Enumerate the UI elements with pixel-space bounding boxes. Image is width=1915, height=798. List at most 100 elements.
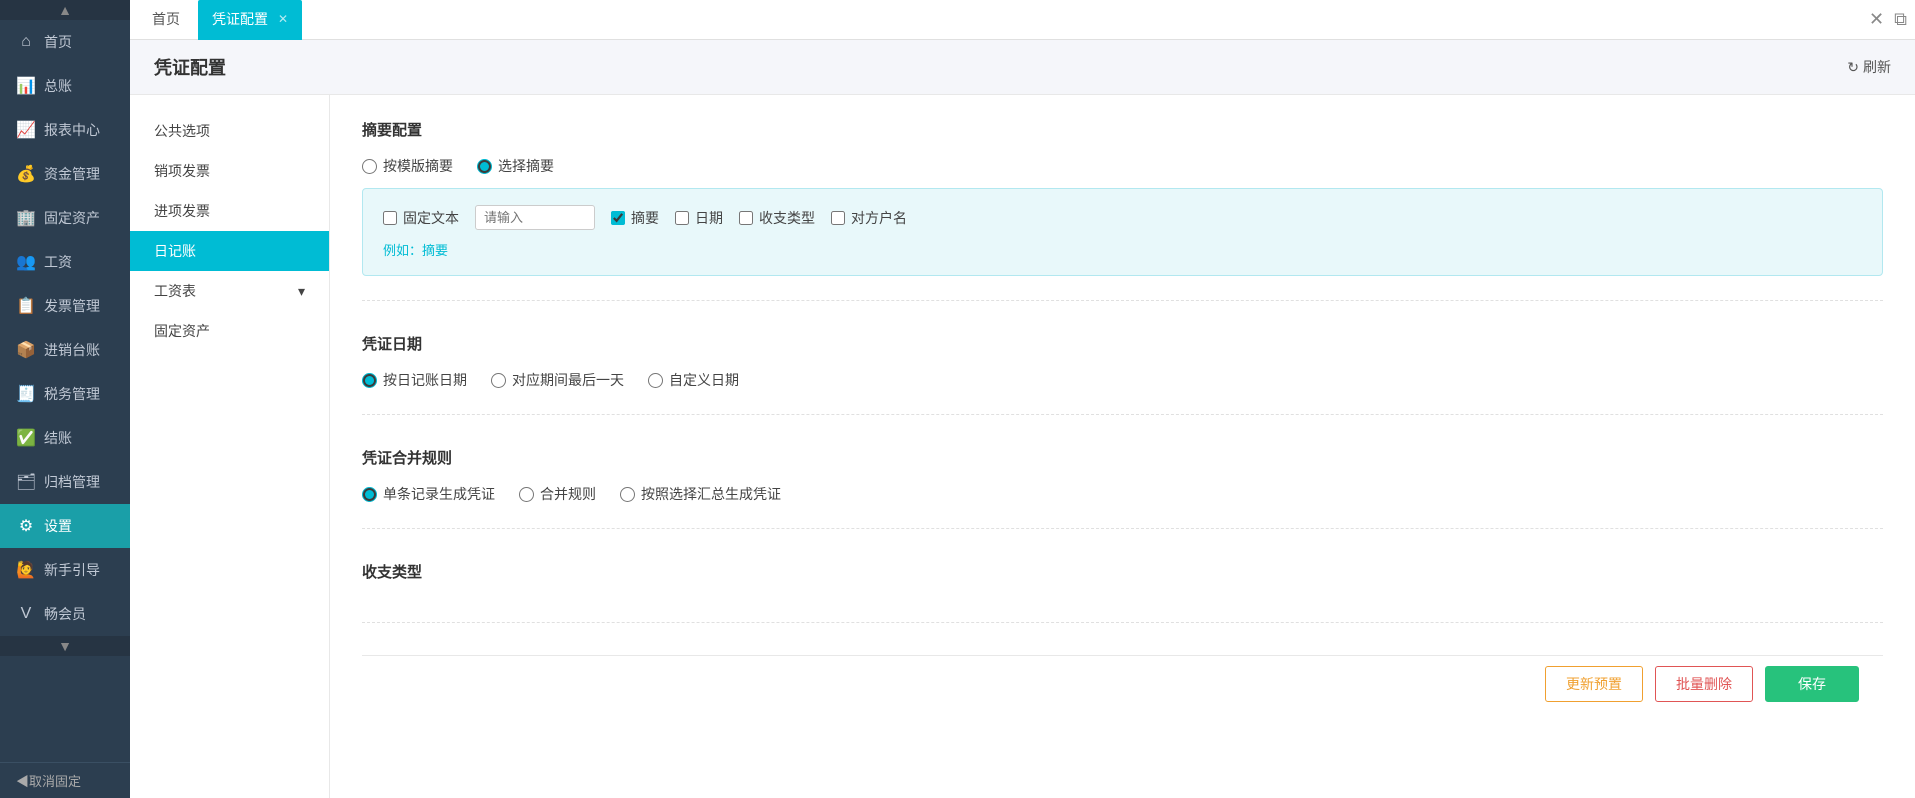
batch-delete-button[interactable]: 批量删除	[1655, 666, 1753, 702]
income-type-title: 收支类型	[362, 561, 1883, 582]
sidebar-item-label: 畅会员	[44, 604, 86, 624]
date-checkbox-input[interactable]	[675, 211, 689, 225]
refresh-label: 刷新	[1863, 57, 1891, 77]
sidebar-scroll-down[interactable]: ▼	[0, 636, 130, 656]
sidebar-item-tax-mgmt[interactable]: 🧾 税务管理	[0, 372, 130, 416]
merge-section: 凭证合并规则 单条记录生成凭证 合并规则 按照选择汇总生成凭证	[362, 447, 1883, 529]
tab-bar-right: ✕ ⧉	[1869, 9, 1907, 30]
sidebar-item-archive[interactable]: 🗂 归档管理	[0, 460, 130, 504]
fixed-text-checkbox[interactable]: 固定文本	[383, 208, 459, 228]
tab-home[interactable]: 首页	[138, 0, 194, 40]
by-journal-date-radio[interactable]: 按日记账日期	[362, 370, 467, 390]
window-restore-icon[interactable]: ⧉	[1894, 9, 1907, 30]
sidebar-item-reports[interactable]: 📈 报表中心	[0, 108, 130, 152]
left-nav-sales-invoice[interactable]: 销项发票	[130, 151, 329, 191]
right-content: 摘要配置 按模版摘要 选择摘要	[330, 95, 1915, 798]
tab-bar: 首页 凭证配置 ✕ ✕ ⧉	[130, 0, 1915, 40]
payment-type-input[interactable]	[739, 211, 753, 225]
sidebar-scroll-up[interactable]: ▲	[0, 0, 130, 20]
abstract-section: 摘要配置 按模版摘要 选择摘要	[362, 119, 1883, 301]
example-value: 摘要	[422, 243, 448, 258]
sidebar-item-home[interactable]: ⌂ 首页	[0, 20, 130, 64]
date-radio-group: 按日记账日期 对应期间最后一天 自定义日期	[362, 370, 1883, 390]
page-title: 凭证配置	[154, 54, 226, 80]
single-record-radio[interactable]: 单条记录生成凭证	[362, 484, 495, 504]
abstract-section-title: 摘要配置	[362, 119, 1883, 140]
tab-voucher-config-label: 凭证配置	[212, 9, 268, 29]
example-prefix: 例如：	[383, 243, 422, 258]
abstract-config-box: 固定文本 摘要 日期	[362, 188, 1883, 276]
tab-voucher-config[interactable]: 凭证配置 ✕	[198, 0, 302, 40]
refresh-icon: ↻	[1847, 59, 1859, 76]
sidebar-item-label: 报表中心	[44, 120, 100, 140]
save-button[interactable]: 保存	[1765, 666, 1859, 702]
last-day-input[interactable]	[491, 373, 506, 388]
sidebar-item-funds[interactable]: 💰 资金管理	[0, 152, 130, 196]
template-abstract-input[interactable]	[362, 159, 377, 174]
left-nav-public-options[interactable]: 公共选项	[130, 111, 329, 151]
abstract-checkbox[interactable]: 摘要	[611, 208, 659, 228]
select-summary-input[interactable]	[620, 487, 635, 502]
template-abstract-radio[interactable]: 按模版摘要	[362, 156, 453, 176]
vip-icon: V	[16, 605, 36, 623]
merge-rule-radio[interactable]: 合并规则	[519, 484, 596, 504]
date-section: 凭证日期 按日记账日期 对应期间最后一天 自定义日期	[362, 333, 1883, 415]
sidebar-item-invoice-mgmt[interactable]: 📋 发票管理	[0, 284, 130, 328]
counterpart-input[interactable]	[831, 211, 845, 225]
chevron-down-icon: ▾	[298, 283, 305, 300]
select-abstract-input[interactable]	[477, 159, 492, 174]
last-day-radio[interactable]: 对应期间最后一天	[491, 370, 624, 390]
left-nav: 公共选项 销项发票 进项发票 日记账 工资表 ▾ 固定资产	[130, 95, 330, 798]
sidebar-unpin-button[interactable]: ◀取消固定	[0, 762, 130, 798]
sidebar-item-guide[interactable]: 🙋 新手引导	[0, 548, 130, 592]
sales-ledger-icon: 📦	[16, 340, 36, 360]
left-nav-journal[interactable]: 日记账	[130, 231, 329, 271]
archive-icon: 🗂	[16, 472, 36, 492]
payment-type-checkbox[interactable]: 收支类型	[739, 208, 815, 228]
custom-date-input[interactable]	[648, 373, 663, 388]
date-checkbox[interactable]: 日期	[675, 208, 723, 228]
left-nav-label: 进项发票	[154, 201, 210, 221]
left-nav-label: 销项发票	[154, 161, 210, 181]
template-abstract-label: 按模版摘要	[383, 156, 453, 176]
select-summary-radio[interactable]: 按照选择汇总生成凭证	[620, 484, 781, 504]
fixed-text-field[interactable]	[475, 205, 595, 230]
tab-close-icon[interactable]: ✕	[278, 12, 288, 26]
sidebar-item-label: 发票管理	[44, 296, 100, 316]
left-nav-label: 日记账	[154, 241, 196, 261]
custom-date-radio[interactable]: 自定义日期	[648, 370, 739, 390]
abstract-checkbox-input[interactable]	[611, 211, 625, 225]
by-journal-date-input[interactable]	[362, 373, 377, 388]
window-close-icon[interactable]: ✕	[1869, 9, 1884, 30]
sidebar-item-sales-ledger[interactable]: 📦 进销台账	[0, 328, 130, 372]
refresh-button[interactable]: ↻ 刷新	[1847, 57, 1891, 77]
sidebar-item-ledger[interactable]: 📊 总账	[0, 64, 130, 108]
left-nav-fixed-assets[interactable]: 固定资产	[130, 311, 329, 351]
left-nav-purchase-invoice[interactable]: 进项发票	[130, 191, 329, 231]
guide-icon: 🙋	[16, 560, 36, 580]
home-icon: ⌂	[16, 33, 36, 51]
bottom-bar: 更新预置 批量删除 保存	[362, 655, 1883, 712]
select-abstract-radio[interactable]: 选择摘要	[477, 156, 554, 176]
content-area: 凭证配置 ↻ 刷新 公共选项 销项发票 进项发票 日记账	[130, 40, 1915, 798]
sidebar-item-payroll[interactable]: 👥 工资	[0, 240, 130, 284]
sidebar-item-settings[interactable]: ⚙ 设置	[0, 504, 130, 548]
abstract-options-row: 固定文本 摘要 日期	[383, 205, 1862, 230]
update-preview-button[interactable]: 更新预置	[1545, 666, 1643, 702]
sidebar-item-label: 新手引导	[44, 560, 100, 580]
merge-rule-input[interactable]	[519, 487, 534, 502]
left-nav-payroll-table[interactable]: 工资表 ▾	[130, 271, 329, 311]
sidebar-item-vip[interactable]: V 畅会员	[0, 592, 130, 636]
single-record-input[interactable]	[362, 487, 377, 502]
counterpart-checkbox[interactable]: 对方户名	[831, 208, 907, 228]
left-nav-label: 公共选项	[154, 121, 210, 141]
merge-section-title: 凭证合并规则	[362, 447, 1883, 468]
sidebar-item-settlement[interactable]: ✅ 结账	[0, 416, 130, 460]
by-journal-date-label: 按日记账日期	[383, 370, 467, 390]
example-text: 例如：摘要	[383, 240, 1862, 259]
sidebar-item-label: 资金管理	[44, 164, 100, 184]
fixed-text-input[interactable]	[383, 211, 397, 225]
payroll-icon: 👥	[16, 252, 36, 272]
sidebar-item-fixed-assets[interactable]: 🏢 固定资产	[0, 196, 130, 240]
merge-rule-label: 合并规则	[540, 484, 596, 504]
